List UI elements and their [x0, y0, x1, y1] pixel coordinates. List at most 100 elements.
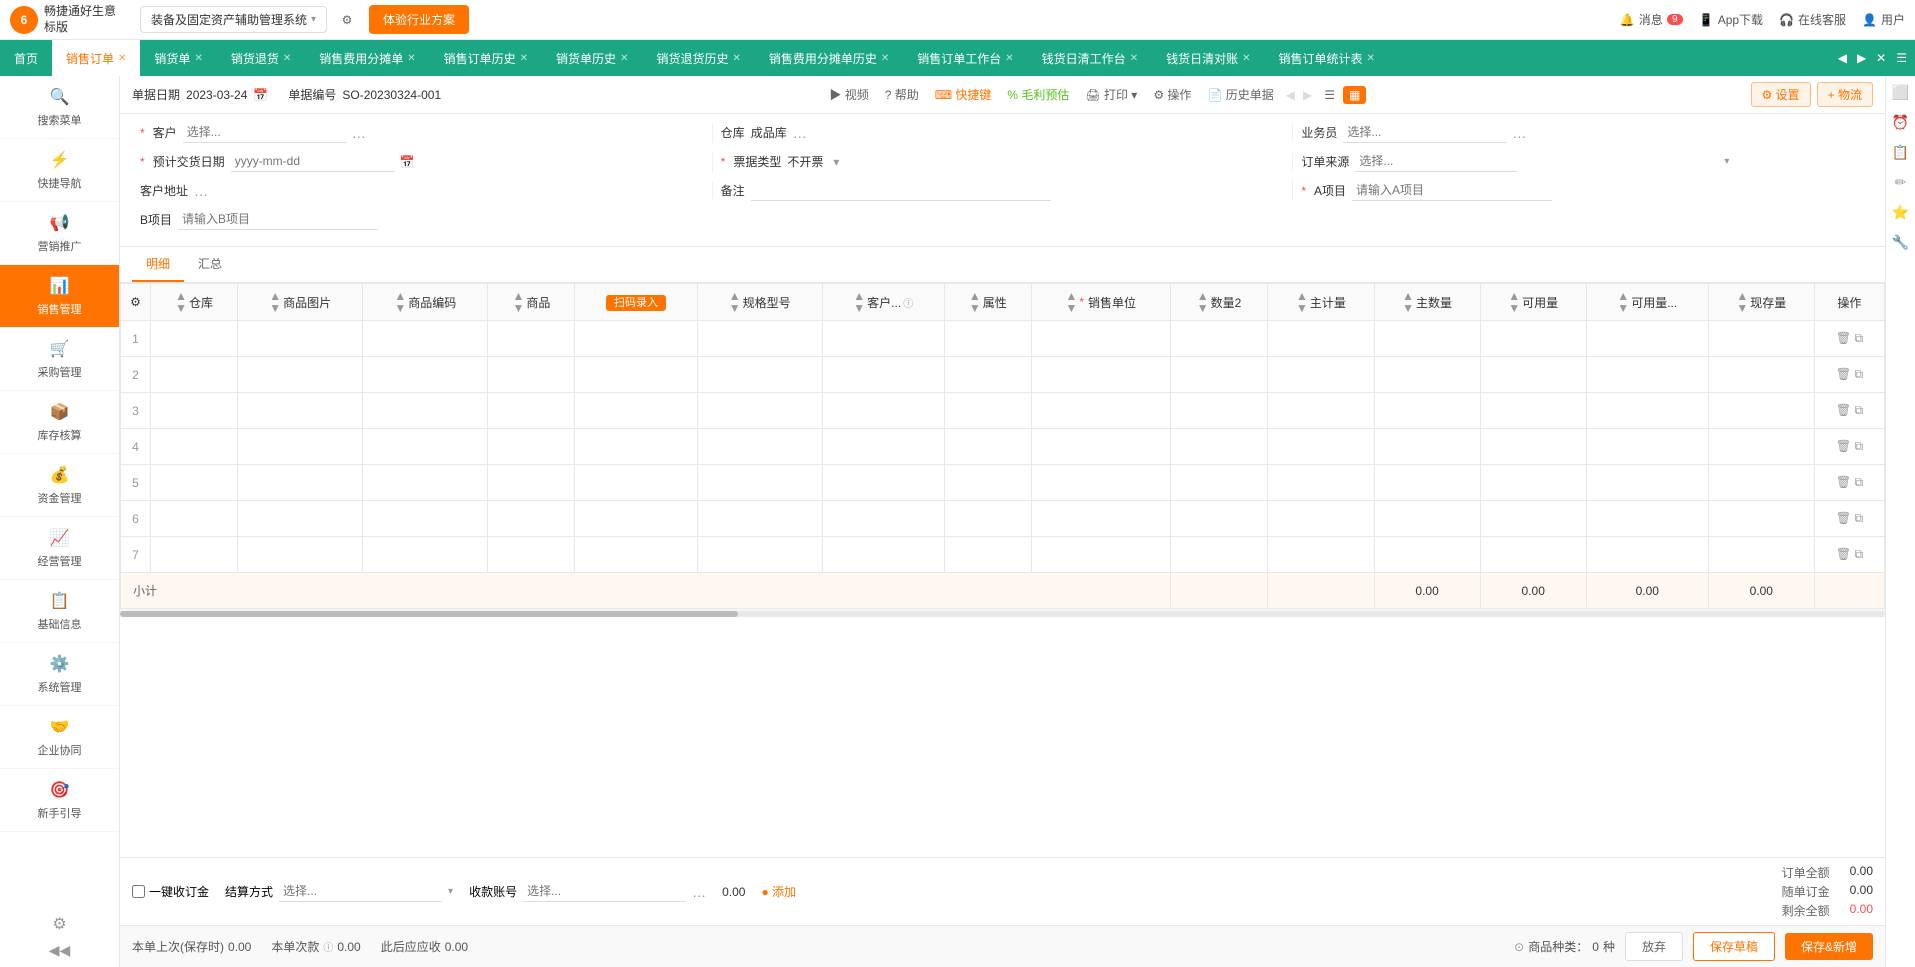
th-product[interactable]: ▲▼商品 — [488, 284, 575, 321]
delete-icon[interactable]: 🗑 — [1836, 367, 1851, 381]
profit-button[interactable]: % 毛利预估 — [1003, 84, 1073, 105]
grid-view-icon[interactable]: ▦ — [1343, 86, 1366, 104]
close-icon[interactable]: ✕ — [1130, 53, 1138, 64]
nav-tab-sales-order[interactable]: 销售订单 ✕ — [52, 40, 140, 76]
close-icon[interactable]: ✕ — [1367, 53, 1375, 64]
close-icon[interactable]: ✕ — [732, 53, 740, 64]
payment-method-input[interactable] — [279, 881, 442, 902]
nav-tab-home[interactable]: 首页 — [0, 40, 52, 76]
nav-menu-icon[interactable]: ☰ — [1892, 49, 1911, 67]
online-service-button[interactable]: 🎧 在线客服 — [1779, 11, 1846, 28]
th-stock[interactable]: ▲▼现存量 — [1708, 284, 1814, 321]
close-icon[interactable]: ✕ — [620, 53, 628, 64]
close-icon[interactable]: ✕ — [194, 53, 202, 64]
history-button[interactable]: 📄 历史单据 — [1203, 84, 1277, 105]
th-setting[interactable]: ⚙ — [121, 284, 151, 321]
th-image[interactable]: ▲▼商品图片 — [238, 284, 363, 321]
horizontal-scrollbar[interactable] — [120, 609, 1885, 617]
delete-icon[interactable]: 🗑 — [1836, 403, 1851, 417]
sidebar-item-navigation[interactable]: ⚡ 快捷导航 — [0, 139, 119, 202]
close-icon[interactable]: ✕ — [407, 53, 415, 64]
list-view-icon[interactable]: ☰ — [1324, 88, 1335, 102]
th-unit[interactable]: ▲▼*销售单位 — [1031, 284, 1170, 321]
customer-expand-icon[interactable]: … — [352, 125, 366, 141]
nav-close-all[interactable]: ✕ — [1872, 49, 1890, 67]
salesperson-input[interactable] — [1343, 122, 1506, 143]
quick-order-checkbox[interactable]: 一键收订金 — [132, 883, 209, 900]
right-sidebar-btn-6[interactable]: 🔧 — [1889, 230, 1913, 254]
operation-button[interactable]: ⚙ 操作 — [1149, 84, 1195, 105]
right-sidebar-btn-1[interactable]: ⬜ — [1889, 80, 1913, 104]
help-button[interactable]: ? 帮助 — [881, 84, 923, 105]
order-source-dropdown-icon[interactable]: ▾ — [1724, 156, 1729, 167]
nav-tab-sales-invoice[interactable]: 销货单 ✕ — [140, 40, 216, 76]
copy-icon[interactable]: ⧉ — [1854, 367, 1863, 381]
account-input[interactable] — [523, 881, 686, 902]
th-available2[interactable]: ▲▼可用量... — [1586, 284, 1708, 321]
nav-tab-return-history[interactable]: 销货退货历史 ✕ — [642, 40, 754, 76]
tab-summary[interactable]: 汇总 — [184, 247, 236, 282]
nav-tab-invoice-history[interactable]: 销货单历史 ✕ — [542, 40, 642, 76]
user-menu[interactable]: 👤 用户 — [1862, 11, 1905, 28]
close-icon[interactable]: ✕ — [881, 53, 889, 64]
calendar-icon[interactable]: 📅 — [253, 88, 268, 102]
th-spec[interactable]: ▲▼规格型号 — [697, 284, 822, 321]
close-icon[interactable]: ✕ — [1005, 53, 1013, 64]
nav-left-arrow[interactable]: ◀ — [1834, 49, 1851, 67]
salesperson-expand-icon[interactable]: … — [1512, 125, 1526, 141]
close-icon[interactable]: ✕ — [1242, 53, 1250, 64]
nav-tab-fee-history[interactable]: 销售费用分摊单历史 ✕ — [755, 40, 903, 76]
industry-button[interactable]: 体验行业方案 — [369, 5, 469, 34]
th-attr[interactable]: ▲▼属性 — [944, 284, 1031, 321]
nav-tab-sales-return[interactable]: 销货退货 ✕ — [217, 40, 305, 76]
copy-icon[interactable]: ⧉ — [1854, 331, 1863, 345]
delete-icon[interactable]: 🗑 — [1836, 511, 1851, 525]
th-available[interactable]: ▲▼可用量 — [1480, 284, 1586, 321]
payment-method-dropdown-icon[interactable]: ▾ — [448, 886, 453, 897]
copy-icon[interactable]: ⧉ — [1854, 547, 1863, 561]
delete-icon[interactable]: 🗑 — [1836, 475, 1851, 489]
th-code[interactable]: ▲▼商品编码 — [363, 284, 488, 321]
sidebar-item-purchase[interactable]: 🛒 采购管理 — [0, 328, 119, 391]
right-sidebar-btn-4[interactable]: ✏ — [1889, 170, 1913, 194]
sidebar-item-marketing[interactable]: 📢 营销推广 — [0, 202, 119, 265]
sidebar-item-enterprise[interactable]: 🤝 企业协同 — [0, 706, 119, 769]
print-button[interactable]: 🖨 打印 ▾ — [1081, 84, 1141, 105]
account-expand-icon[interactable]: … — [692, 884, 706, 900]
copy-icon[interactable]: ⧉ — [1854, 439, 1863, 453]
customer-input[interactable] — [183, 122, 346, 143]
gear-icon[interactable]: ⚙ — [333, 6, 361, 34]
sidebar-item-inventory[interactable]: 📦 库存核算 — [0, 391, 119, 454]
calendar2-icon[interactable]: 📅 — [400, 155, 415, 169]
invoice-dropdown-icon[interactable]: ▾ — [833, 155, 839, 169]
copy-icon[interactable]: ⧉ — [1854, 403, 1863, 417]
close-icon[interactable]: ✕ — [520, 53, 528, 64]
app-download-button[interactable]: 📱 App下载 — [1699, 11, 1763, 28]
nav-tab-stats[interactable]: 销售订单统计表 ✕ — [1264, 40, 1388, 76]
discard-button[interactable]: 放弃 — [1625, 932, 1683, 961]
add-button[interactable]: ● 添加 — [761, 883, 796, 900]
sidebar-item-finance[interactable]: 💰 资金管理 — [0, 454, 119, 517]
nav-tab-sales-history[interactable]: 销售订单历史 ✕ — [430, 40, 542, 76]
th-main-unit[interactable]: ▲▼主计量 — [1268, 284, 1374, 321]
system-title[interactable]: 装备及固定资产辅助管理系统 ▾ — [140, 6, 327, 33]
nav-tab-cash-workbench[interactable]: 钱货日清工作台 ✕ — [1028, 40, 1152, 76]
close-icon[interactable]: ✕ — [118, 53, 126, 64]
warehouse-expand-icon[interactable]: … — [793, 125, 807, 141]
delivery-date-input[interactable] — [231, 151, 394, 172]
notification-button[interactable]: 🔔 消息 9 — [1620, 11, 1683, 28]
b-project-input[interactable] — [178, 209, 378, 230]
sidebar-item-operation[interactable]: 📈 经营管理 — [0, 517, 119, 580]
delete-icon[interactable]: 🗑 — [1836, 331, 1851, 345]
copy-icon[interactable]: ⧉ — [1854, 511, 1863, 525]
remark-input[interactable] — [751, 180, 1051, 201]
sidebar-item-system[interactable]: ⚙️ 系统管理 — [0, 643, 119, 706]
th-main-qty[interactable]: ▲▼主数量 — [1374, 284, 1480, 321]
save-new-button[interactable]: 保存&新增 — [1785, 933, 1873, 960]
right-sidebar-btn-3[interactable]: 📋 — [1889, 140, 1913, 164]
shortcut-button[interactable]: ⌨ 快捷键 — [931, 84, 996, 105]
sidebar-item-sales[interactable]: 📊 销售管理 — [0, 265, 119, 328]
nav-right-arrow[interactable]: ▶ — [1853, 49, 1870, 67]
sidebar-gear-icon[interactable]: ⚙ — [52, 914, 66, 934]
customer-addr-expand-icon[interactable]: … — [194, 183, 208, 199]
